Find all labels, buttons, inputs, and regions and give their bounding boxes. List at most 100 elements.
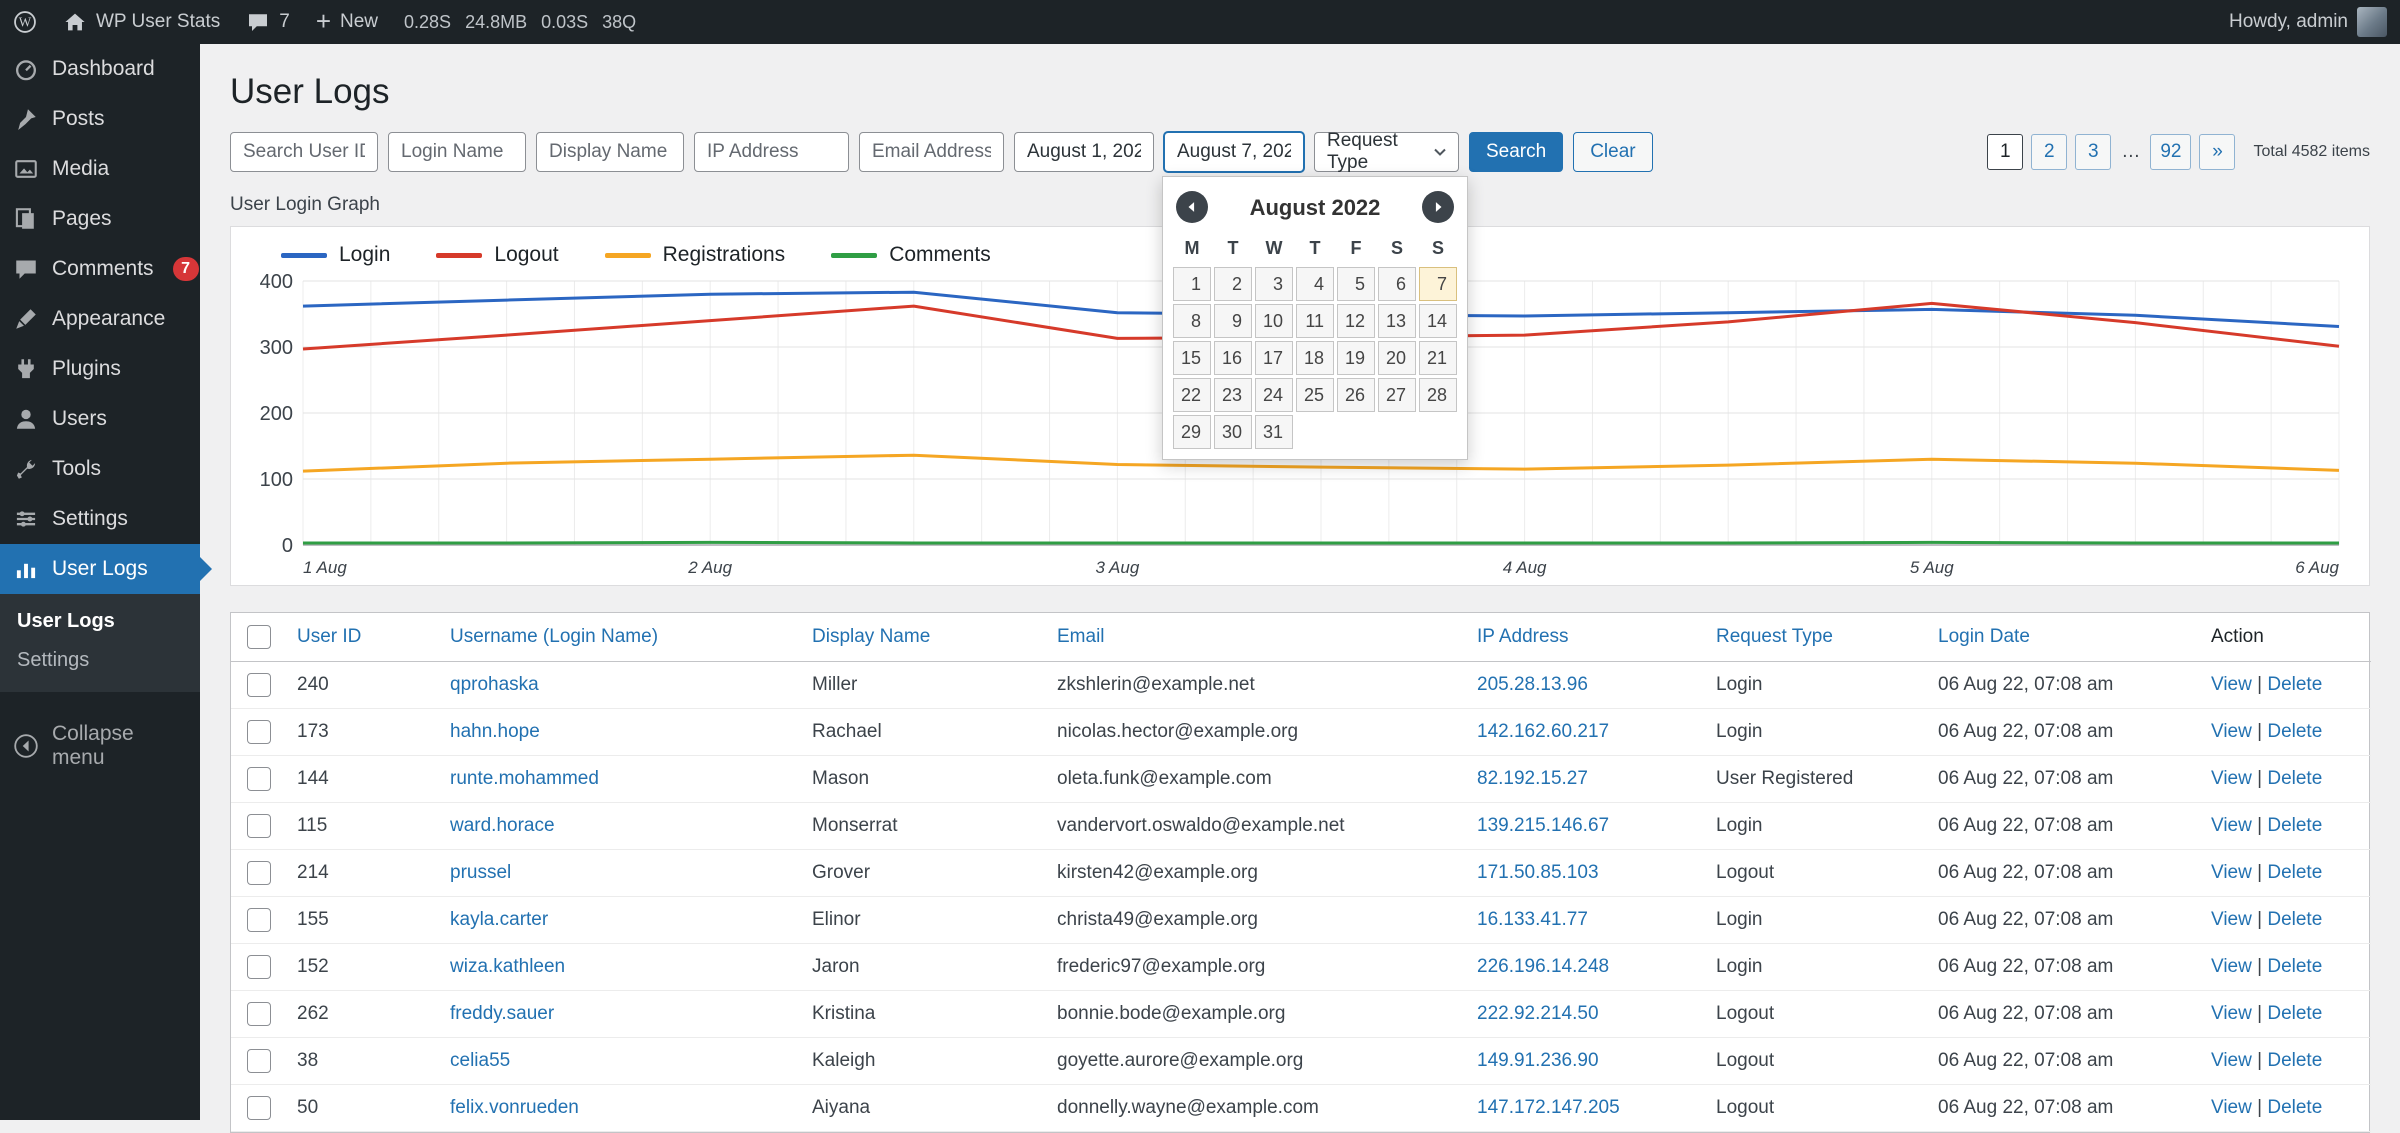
ip-address-link[interactable]: 82.192.15.27 xyxy=(1477,768,1588,789)
column-header-email[interactable]: Email xyxy=(1047,613,1467,662)
page-button-92[interactable]: 92 xyxy=(2150,134,2191,170)
email-address-input[interactable] xyxy=(859,132,1004,172)
delete-link[interactable]: Delete xyxy=(2267,1003,2322,1024)
datepicker-day-6[interactable]: 6 xyxy=(1378,267,1416,301)
view-link[interactable]: View xyxy=(2211,909,2252,930)
adminbar-comments-button[interactable]: 7 xyxy=(233,0,303,44)
datepicker-day-24[interactable]: 24 xyxy=(1255,378,1293,412)
ip-address-link[interactable]: 171.50.85.103 xyxy=(1477,862,1599,883)
sidebar-item-comments[interactable]: Comments7 xyxy=(0,244,200,294)
collapse-menu-button[interactable]: Collapse menu xyxy=(0,710,200,782)
username-link[interactable]: hahn.hope xyxy=(450,721,540,742)
clear-button[interactable]: Clear xyxy=(1573,132,1652,172)
row-checkbox[interactable] xyxy=(247,908,271,932)
datepicker-day-12[interactable]: 12 xyxy=(1337,304,1375,338)
datepicker-day-14[interactable]: 14 xyxy=(1419,304,1457,338)
sidebar-item-settings[interactable]: Settings xyxy=(0,494,200,544)
datepicker-day-21[interactable]: 21 xyxy=(1419,341,1457,375)
submenu-item-settings[interactable]: Settings xyxy=(0,641,200,680)
select-all-checkbox[interactable] xyxy=(247,625,271,649)
view-link[interactable]: View xyxy=(2211,674,2252,695)
datepicker-day-19[interactable]: 19 xyxy=(1337,341,1375,375)
sidebar-item-user-logs[interactable]: User Logs xyxy=(0,544,200,594)
datepicker-day-3[interactable]: 3 xyxy=(1255,267,1293,301)
sidebar-item-users[interactable]: Users xyxy=(0,394,200,444)
sidebar-item-plugins[interactable]: Plugins xyxy=(0,344,200,394)
ip-address-link[interactable]: 222.92.214.50 xyxy=(1477,1003,1599,1024)
datepicker-day-31[interactable]: 31 xyxy=(1255,415,1293,449)
ip-address-link[interactable]: 205.28.13.96 xyxy=(1477,674,1588,695)
login-name-input[interactable] xyxy=(388,132,526,172)
ip-address-link[interactable]: 149.91.236.90 xyxy=(1477,1050,1599,1071)
datepicker-day-15[interactable]: 15 xyxy=(1173,341,1211,375)
username-link[interactable]: ward.horace xyxy=(450,815,555,836)
datepicker-day-7[interactable]: 7 xyxy=(1419,267,1457,301)
row-checkbox[interactable] xyxy=(247,720,271,744)
date-to-input[interactable] xyxy=(1164,132,1304,172)
ip-address-link[interactable]: 139.215.146.67 xyxy=(1477,815,1609,836)
submenu-item-user-logs[interactable]: User Logs xyxy=(0,602,200,641)
sidebar-item-tools[interactable]: Tools xyxy=(0,444,200,494)
sidebar-item-dashboard[interactable]: Dashboard xyxy=(0,44,200,94)
ip-address-link[interactable]: 147.172.147.205 xyxy=(1477,1097,1620,1118)
wp-logo-button[interactable]: W xyxy=(0,0,50,44)
datepicker-day-5[interactable]: 5 xyxy=(1337,267,1375,301)
query-monitor-stats[interactable]: 0.28S 24.8MB 0.03S 38Q xyxy=(391,0,649,44)
column-header-user-id[interactable]: User ID xyxy=(287,613,440,662)
sidebar-item-posts[interactable]: Posts xyxy=(0,94,200,144)
delete-link[interactable]: Delete xyxy=(2267,721,2322,742)
account-menu[interactable]: Howdy, admin xyxy=(2216,0,2400,44)
column-header-ip-address[interactable]: IP Address xyxy=(1467,613,1706,662)
next-page-button[interactable]: » xyxy=(2199,134,2235,170)
view-link[interactable]: View xyxy=(2211,1003,2252,1024)
view-link[interactable]: View xyxy=(2211,768,2252,789)
username-link[interactable]: felix.vonrueden xyxy=(450,1097,579,1118)
datepicker-day-16[interactable]: 16 xyxy=(1214,341,1252,375)
column-header-request-type[interactable]: Request Type xyxy=(1706,613,1928,662)
datepicker-day-17[interactable]: 17 xyxy=(1255,341,1293,375)
delete-link[interactable]: Delete xyxy=(2267,768,2322,789)
datepicker-day-10[interactable]: 10 xyxy=(1255,304,1293,338)
datepicker-day-18[interactable]: 18 xyxy=(1296,341,1334,375)
username-link[interactable]: freddy.sauer xyxy=(450,1003,554,1024)
view-link[interactable]: View xyxy=(2211,1097,2252,1118)
datepicker-prev-button[interactable] xyxy=(1176,191,1208,223)
username-link[interactable]: prussel xyxy=(450,862,511,883)
datepicker-day-8[interactable]: 8 xyxy=(1173,304,1211,338)
datepicker-day-25[interactable]: 25 xyxy=(1296,378,1334,412)
page-button-3[interactable]: 3 xyxy=(2075,134,2111,170)
column-header-login-date[interactable]: Login Date xyxy=(1928,613,2201,662)
view-link[interactable]: View xyxy=(2211,815,2252,836)
username-link[interactable]: runte.mohammed xyxy=(450,768,599,789)
search-user-id-input[interactable] xyxy=(230,132,378,172)
view-link[interactable]: View xyxy=(2211,862,2252,883)
row-checkbox[interactable] xyxy=(247,673,271,697)
ip-address-link[interactable]: 142.162.60.217 xyxy=(1477,721,1609,742)
datepicker-day-20[interactable]: 20 xyxy=(1378,341,1416,375)
delete-link[interactable]: Delete xyxy=(2267,956,2322,977)
row-checkbox[interactable] xyxy=(247,814,271,838)
date-from-input[interactable] xyxy=(1014,132,1154,172)
delete-link[interactable]: Delete xyxy=(2267,1050,2322,1071)
username-link[interactable]: wiza.kathleen xyxy=(450,956,565,977)
datepicker-day-28[interactable]: 28 xyxy=(1419,378,1457,412)
ip-address-link[interactable]: 16.133.41.77 xyxy=(1477,909,1588,930)
datepicker-day-22[interactable]: 22 xyxy=(1173,378,1211,412)
delete-link[interactable]: Delete xyxy=(2267,674,2322,695)
datepicker-day-4[interactable]: 4 xyxy=(1296,267,1334,301)
view-link[interactable]: View xyxy=(2211,956,2252,977)
delete-link[interactable]: Delete xyxy=(2267,909,2322,930)
datepicker-day-13[interactable]: 13 xyxy=(1378,304,1416,338)
datepicker-day-11[interactable]: 11 xyxy=(1296,304,1334,338)
row-checkbox[interactable] xyxy=(247,1049,271,1073)
display-name-input[interactable] xyxy=(536,132,684,172)
datepicker-day-23[interactable]: 23 xyxy=(1214,378,1252,412)
search-button[interactable]: Search xyxy=(1469,132,1563,172)
datepicker-day-1[interactable]: 1 xyxy=(1173,267,1211,301)
column-header-display-name[interactable]: Display Name xyxy=(802,613,1047,662)
site-name-button[interactable]: WP User Stats xyxy=(50,0,233,44)
view-link[interactable]: View xyxy=(2211,1050,2252,1071)
delete-link[interactable]: Delete xyxy=(2267,862,2322,883)
ip-address-input[interactable] xyxy=(694,132,849,172)
username-link[interactable]: kayla.carter xyxy=(450,909,548,930)
